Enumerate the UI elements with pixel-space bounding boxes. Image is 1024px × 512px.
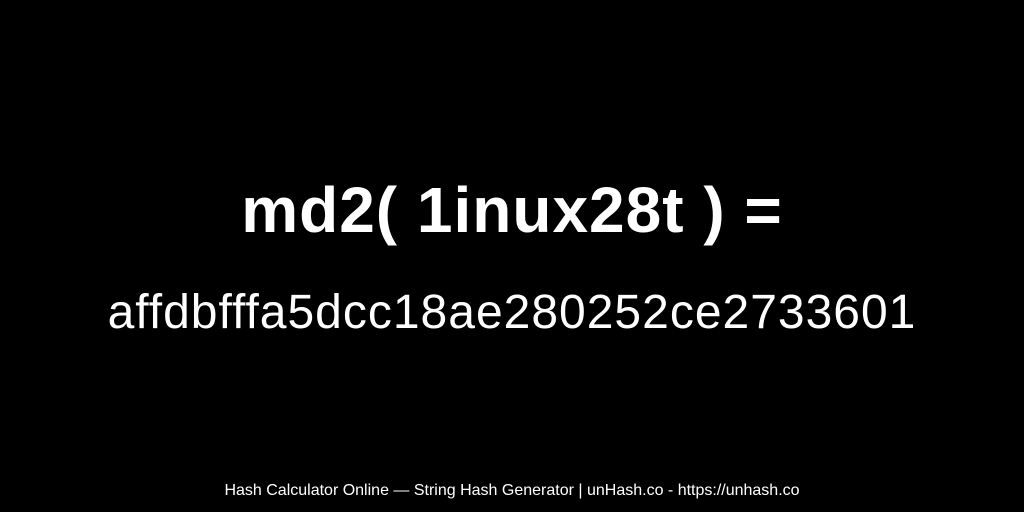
hash-display: md2( 1inux28t ) = affdbfffa5dcc18ae28025…	[108, 0, 917, 512]
hash-result: affdbfffa5dcc18ae280252ce2733601	[108, 285, 917, 340]
hash-equation: md2( 1inux28t ) =	[241, 173, 783, 247]
footer-attribution: Hash Calculator Online — String Hash Gen…	[0, 482, 1024, 500]
